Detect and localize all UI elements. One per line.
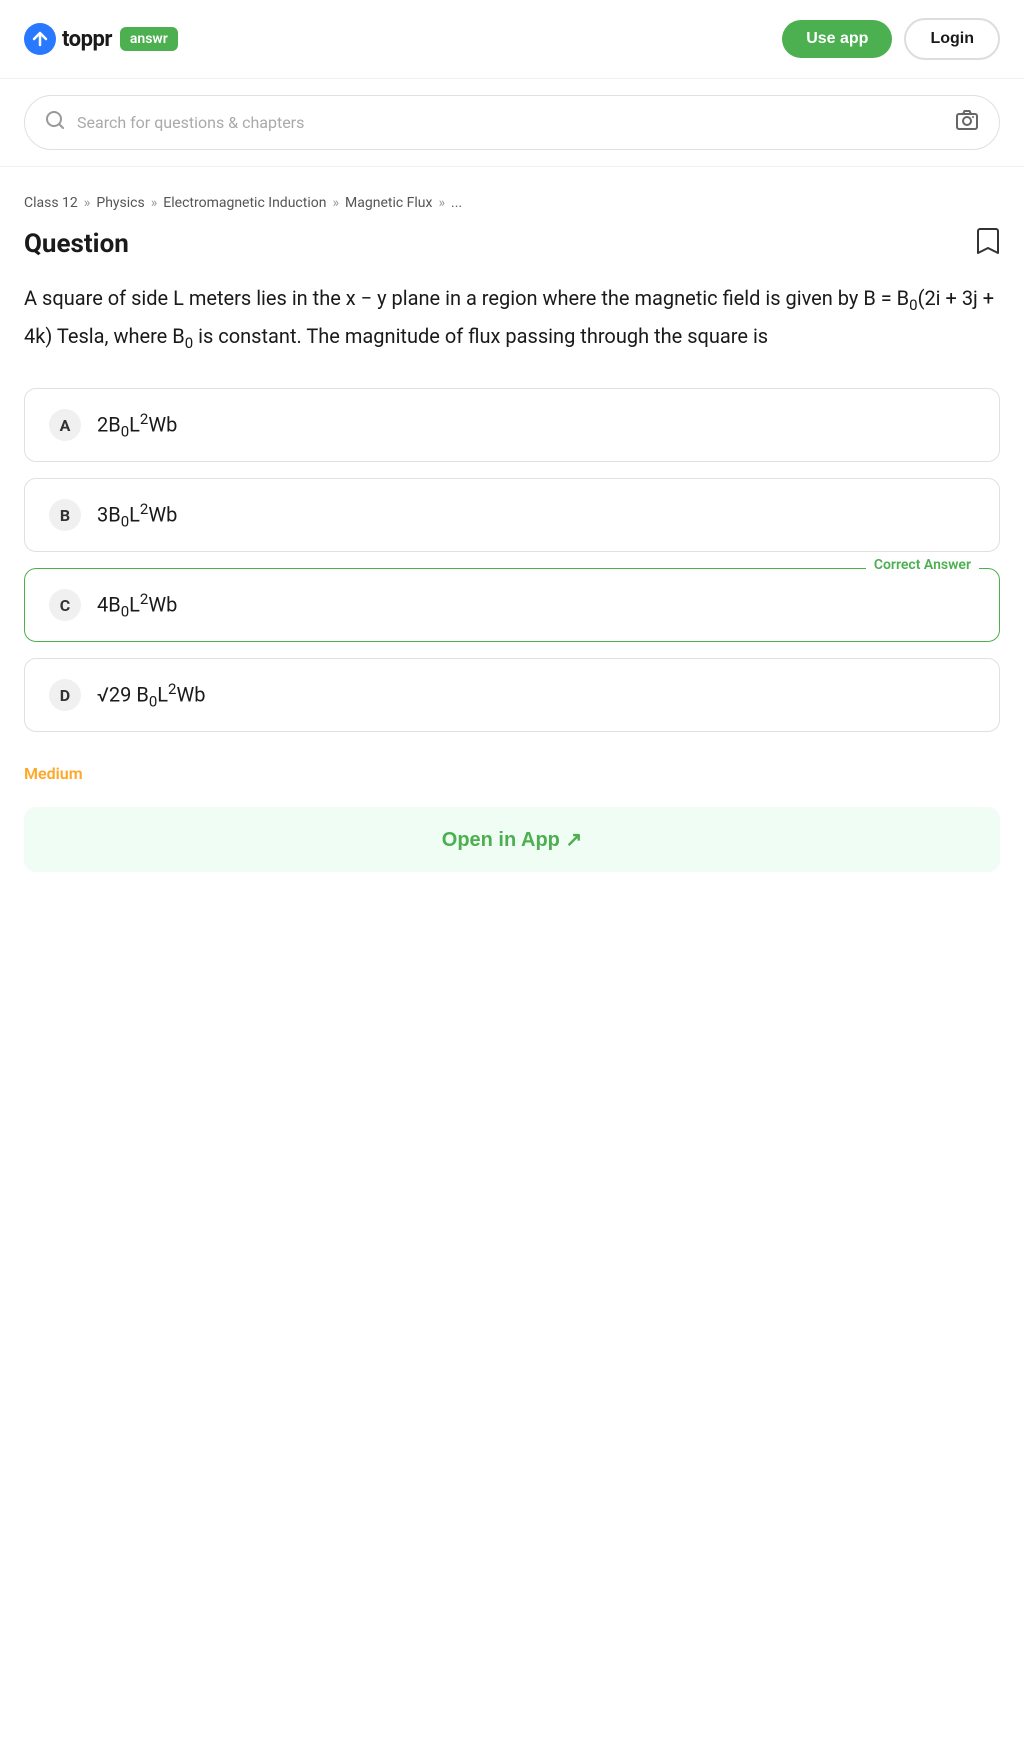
search-left: Search for questions & chapters — [45, 110, 955, 135]
breadcrumb-sep-3: » — [332, 195, 339, 211]
toppr-logo: toppr — [24, 23, 112, 55]
search-container: Search for questions & chapters — [0, 79, 1024, 166]
breadcrumb-class12[interactable]: Class 12 — [24, 195, 78, 211]
toppr-brand-text: toppr — [62, 27, 112, 52]
breadcrumb-em-induction[interactable]: Electromagnetic Induction — [163, 195, 326, 211]
difficulty-label: Medium — [24, 764, 1000, 783]
option-a[interactable]: A 2B0L2Wb — [24, 388, 1000, 462]
question-text: A square of side L meters lies in the x … — [24, 281, 1000, 356]
breadcrumb-sep-1: » — [84, 195, 91, 211]
search-bar[interactable]: Search for questions & chapters — [24, 95, 1000, 150]
main-content: Question A square of side L meters lies … — [0, 219, 1024, 896]
question-header: Question — [24, 227, 1000, 261]
search-placeholder-text: Search for questions & chapters — [77, 113, 304, 132]
option-b[interactable]: B 3B0L2Wb — [24, 478, 1000, 552]
option-b-letter: B — [49, 499, 81, 531]
question-title: Question — [24, 229, 129, 259]
login-button[interactable]: Login — [904, 18, 1000, 60]
option-a-text: 2B0L2Wb — [97, 410, 177, 441]
option-d-letter: D — [49, 679, 81, 711]
header-right: Use app Login — [782, 18, 1000, 60]
options-container: A 2B0L2Wb B 3B0L2Wb Correct Answer C 4B0… — [24, 388, 1000, 732]
breadcrumb-sep-2: » — [151, 195, 158, 211]
use-app-button[interactable]: Use app — [782, 20, 892, 58]
header-left: toppr answr — [24, 23, 178, 55]
divider — [0, 166, 1024, 167]
breadcrumb-magnetic-flux[interactable]: Magnetic Flux — [345, 195, 432, 211]
header: toppr answr Use app Login — [0, 0, 1024, 79]
breadcrumb-more[interactable]: ... — [451, 195, 462, 211]
bookmark-icon[interactable] — [976, 227, 1000, 261]
option-b-text: 3B0L2Wb — [97, 500, 177, 531]
camera-icon[interactable] — [955, 108, 979, 137]
correct-answer-label: Correct Answer — [866, 557, 979, 573]
breadcrumb-physics[interactable]: Physics — [96, 195, 144, 211]
option-c-letter: C — [49, 589, 81, 621]
option-c[interactable]: Correct Answer C 4B0L2Wb — [24, 568, 1000, 642]
option-d[interactable]: D √29 B0L2Wb — [24, 658, 1000, 732]
breadcrumb: Class 12 » Physics » Electromagnetic Ind… — [0, 183, 1024, 219]
answr-badge: answr — [120, 27, 178, 51]
search-icon — [45, 110, 65, 135]
option-c-text: 4B0L2Wb — [97, 590, 177, 621]
open-in-app-button[interactable]: Open in App ↗ — [24, 807, 1000, 872]
option-d-text: √29 B0L2Wb — [97, 680, 205, 711]
option-a-letter: A — [49, 409, 81, 441]
toppr-icon — [24, 23, 56, 55]
breadcrumb-sep-4: » — [438, 195, 445, 211]
